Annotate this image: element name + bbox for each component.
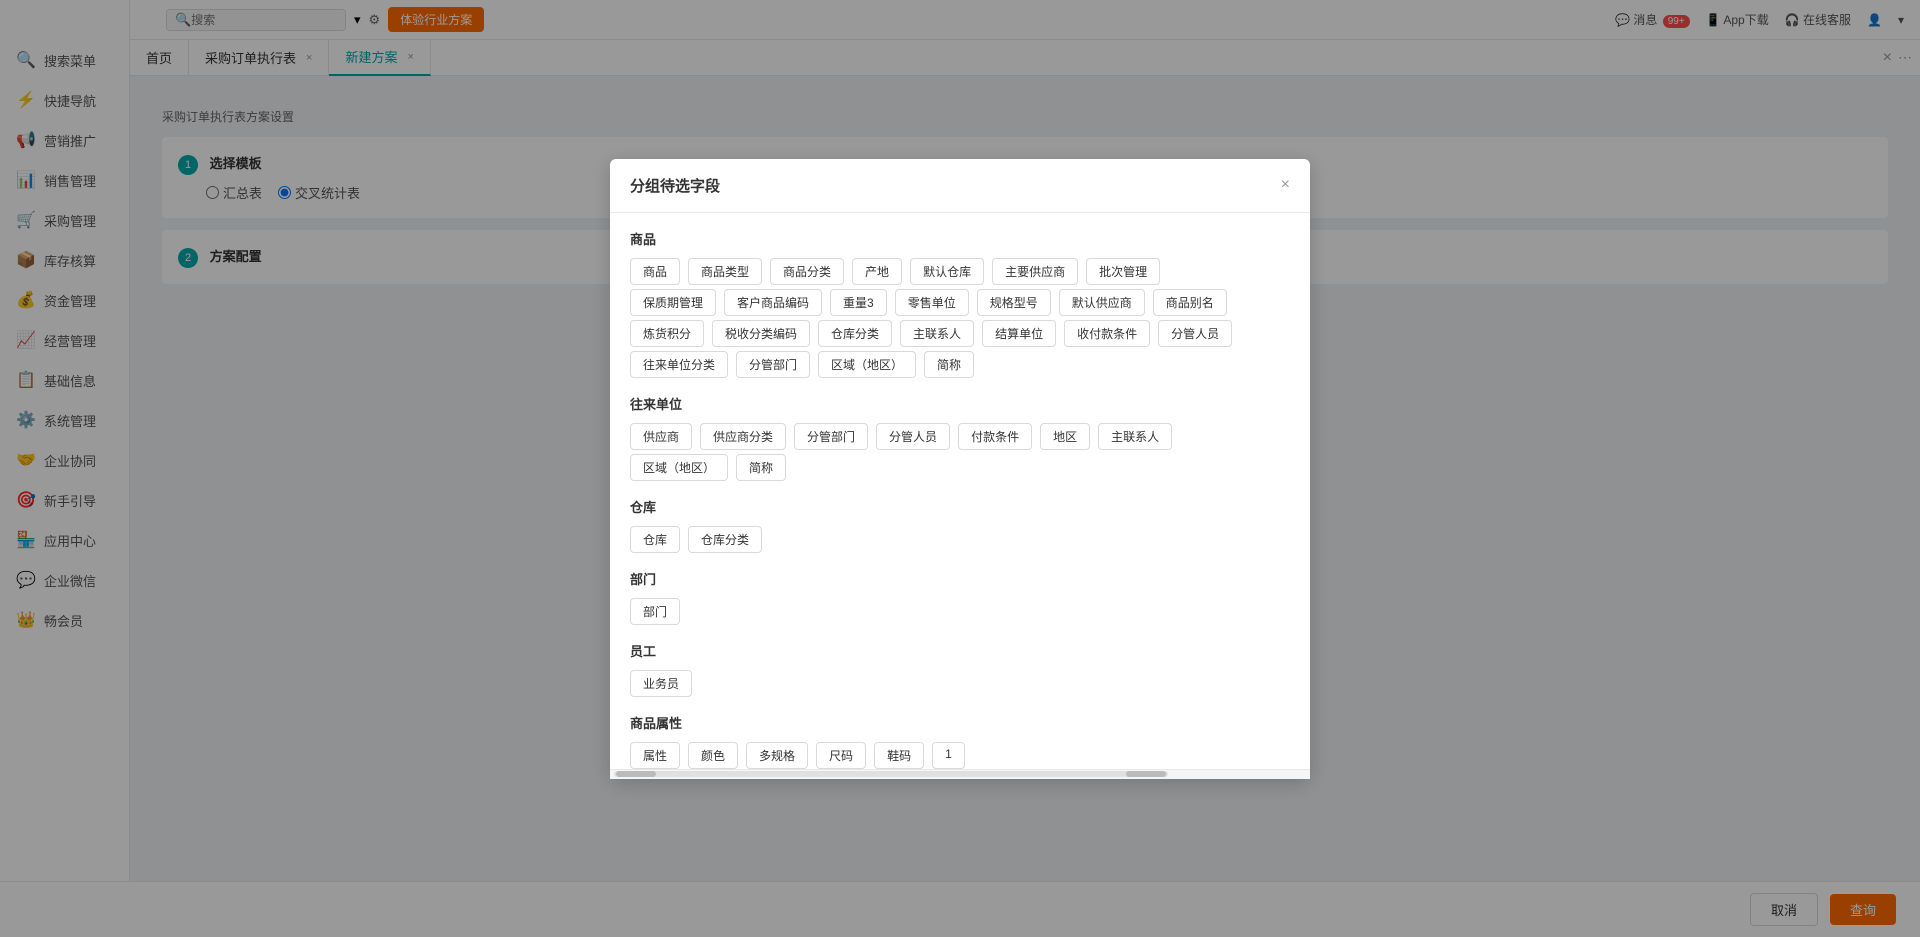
tag-partner-5[interactable]: 地区 xyxy=(1040,423,1090,450)
modal-overlay: 分组待选字段 × 商品 商品 商品类型 商品分类 产地 默认仓库 主要供应商 批… xyxy=(0,0,1920,937)
tag-partner-2[interactable]: 分管部门 xyxy=(794,423,868,450)
tags-row-partner-2: 区域（地区） 简称 xyxy=(630,454,1290,481)
section-title-employee: 员工 xyxy=(630,641,1290,660)
tag-partner-0[interactable]: 供应商 xyxy=(630,423,692,450)
tag-product-2[interactable]: 商品分类 xyxy=(770,258,844,285)
modal-close-button[interactable]: × xyxy=(1281,176,1290,194)
tag-product-13[interactable]: 商品别名 xyxy=(1153,289,1227,316)
tag-employee-0[interactable]: 业务员 xyxy=(630,670,692,697)
tag-product-7[interactable]: 保质期管理 xyxy=(630,289,716,316)
tag-product-4[interactable]: 默认仓库 xyxy=(910,258,984,285)
tag-partner-8[interactable]: 简称 xyxy=(736,454,786,481)
tag-product-17[interactable]: 主联系人 xyxy=(900,320,974,347)
tag-product-21[interactable]: 往来单位分类 xyxy=(630,351,728,378)
tag-product-24[interactable]: 简称 xyxy=(924,351,974,378)
tags-row-product-attr: 属性 颜色 多规格 尺码 鞋码 1 xyxy=(630,742,1290,769)
tag-product-9[interactable]: 重量3 xyxy=(830,289,887,316)
tag-attr-3[interactable]: 尺码 xyxy=(816,742,866,769)
section-title-department: 部门 xyxy=(630,569,1290,588)
tag-attr-5[interactable]: 1 xyxy=(932,742,965,769)
tag-product-11[interactable]: 规格型号 xyxy=(977,289,1051,316)
tag-product-3[interactable]: 产地 xyxy=(852,258,902,285)
tag-attr-0[interactable]: 属性 xyxy=(630,742,680,769)
tag-product-6[interactable]: 批次管理 xyxy=(1086,258,1160,285)
section-title-product-attr: 商品属性 xyxy=(630,713,1290,732)
tags-row-product-4: 往来单位分类 分管部门 区域（地区） 简称 xyxy=(630,351,1290,378)
tag-attr-2[interactable]: 多规格 xyxy=(746,742,808,769)
tag-product-18[interactable]: 结算单位 xyxy=(982,320,1056,347)
tag-partner-6[interactable]: 主联系人 xyxy=(1098,423,1172,450)
tag-attr-4[interactable]: 鞋码 xyxy=(874,742,924,769)
modal-dialog: 分组待选字段 × 商品 商品 商品类型 商品分类 产地 默认仓库 主要供应商 批… xyxy=(610,159,1310,779)
modal-body: 商品 商品 商品类型 商品分类 产地 默认仓库 主要供应商 批次管理 保质期管理… xyxy=(610,213,1310,770)
tag-partner-1[interactable]: 供应商分类 xyxy=(700,423,786,450)
tag-warehouse-0[interactable]: 仓库 xyxy=(630,526,680,553)
tags-row-employee: 业务员 xyxy=(630,670,1290,697)
tag-product-12[interactable]: 默认供应商 xyxy=(1059,289,1145,316)
tag-product-8[interactable]: 客户商品编码 xyxy=(724,289,822,316)
modal-horizontal-scrollbar[interactable] xyxy=(610,769,1310,778)
tags-row-department: 部门 xyxy=(630,598,1290,625)
tags-row-partner-1: 供应商 供应商分类 分管部门 分管人员 付款条件 地区 主联系人 xyxy=(630,423,1290,450)
tag-product-22[interactable]: 分管部门 xyxy=(736,351,810,378)
tag-partner-4[interactable]: 付款条件 xyxy=(958,423,1032,450)
modal-title: 分组待选字段 xyxy=(630,175,720,196)
tags-row-product-2: 保质期管理 客户商品编码 重量3 零售单位 规格型号 默认供应商 商品别名 xyxy=(630,289,1290,316)
tag-product-15[interactable]: 税收分类编码 xyxy=(712,320,810,347)
tag-product-19[interactable]: 收付款条件 xyxy=(1064,320,1150,347)
section-title-product: 商品 xyxy=(630,229,1290,248)
tag-product-16[interactable]: 仓库分类 xyxy=(818,320,892,347)
tag-partner-7[interactable]: 区域（地区） xyxy=(630,454,728,481)
tag-product-0[interactable]: 商品 xyxy=(630,258,680,285)
tags-row-product-1: 商品 商品类型 商品分类 产地 默认仓库 主要供应商 批次管理 xyxy=(630,258,1290,285)
tag-product-5[interactable]: 主要供应商 xyxy=(992,258,1078,285)
tag-product-1[interactable]: 商品类型 xyxy=(688,258,762,285)
section-title-warehouse: 仓库 xyxy=(630,497,1290,516)
section-title-partner: 往来单位 xyxy=(630,394,1290,413)
tag-product-23[interactable]: 区域（地区） xyxy=(818,351,916,378)
modal-header: 分组待选字段 × xyxy=(610,159,1310,213)
tags-row-product-3: 炼货积分 税收分类编码 仓库分类 主联系人 结算单位 收付款条件 分管人员 xyxy=(630,320,1290,347)
tag-warehouse-1[interactable]: 仓库分类 xyxy=(688,526,762,553)
tag-department-0[interactable]: 部门 xyxy=(630,598,680,625)
tag-product-10[interactable]: 零售单位 xyxy=(895,289,969,316)
tag-partner-3[interactable]: 分管人员 xyxy=(876,423,950,450)
tag-attr-1[interactable]: 颜色 xyxy=(688,742,738,769)
tag-product-20[interactable]: 分管人员 xyxy=(1158,320,1232,347)
tags-row-warehouse: 仓库 仓库分类 xyxy=(630,526,1290,553)
tag-product-14[interactable]: 炼货积分 xyxy=(630,320,704,347)
